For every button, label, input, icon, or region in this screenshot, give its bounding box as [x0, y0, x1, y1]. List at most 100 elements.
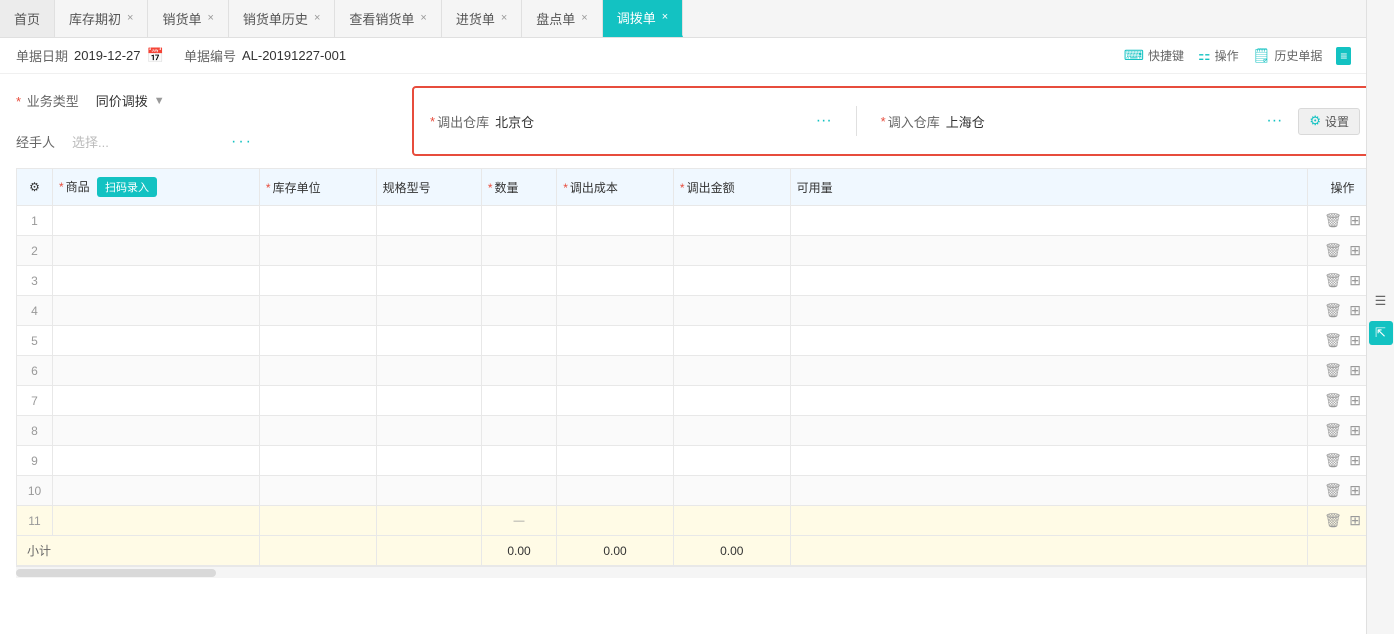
cell-cost-5[interactable] — [557, 326, 674, 356]
cell-unit-7[interactable] — [259, 386, 376, 416]
cell-spec-4[interactable] — [376, 296, 481, 326]
shortcuts-btn[interactable]: ⌨ 快捷键 — [1124, 47, 1184, 64]
in-warehouse-dots-btn[interactable]: ··· — [1266, 112, 1282, 130]
cell-spec-10[interactable] — [376, 476, 481, 506]
cell-cost-9[interactable] — [557, 446, 674, 476]
cell-spec-3[interactable] — [376, 266, 481, 296]
handler-dots-btn[interactable]: ··· — [231, 133, 253, 151]
tab-close-purchase[interactable]: × — [501, 13, 507, 24]
horizontal-scrollbar[interactable] — [16, 566, 1378, 578]
delete-btn-3[interactable]: 🗑 — [1324, 272, 1342, 288]
out-warehouse-dots-btn[interactable]: ··· — [816, 112, 832, 130]
tab-transfer[interactable]: 调拨单 × — [603, 0, 683, 37]
cell-cost-7[interactable] — [557, 386, 674, 416]
cell-available-6[interactable] — [790, 356, 1307, 386]
delete-btn-6[interactable]: 🗑 — [1324, 362, 1342, 378]
tab-home[interactable]: 首页 — [0, 0, 55, 37]
cell-available-10[interactable] — [790, 476, 1307, 506]
cell-available-11[interactable] — [790, 506, 1307, 536]
cell-product-1[interactable] — [53, 206, 260, 236]
cell-amount-7[interactable] — [673, 386, 790, 416]
cell-qty-9[interactable] — [481, 446, 556, 476]
cell-product-8[interactable] — [53, 416, 260, 446]
delete-btn-2[interactable]: 🗑 — [1324, 242, 1342, 258]
cell-amount-8[interactable] — [673, 416, 790, 446]
delete-btn-9[interactable]: 🗑 — [1324, 452, 1342, 468]
sidebar-doc-icon[interactable]: ☰ — [1369, 289, 1393, 313]
cell-amount-11[interactable] — [673, 506, 790, 536]
cell-amount-5[interactable] — [673, 326, 790, 356]
tab-view-sales[interactable]: 查看销货单 × — [335, 0, 441, 37]
scroll-thumb[interactable] — [16, 569, 216, 577]
cell-spec-5[interactable] — [376, 326, 481, 356]
cell-product-5[interactable] — [53, 326, 260, 356]
copy-btn-6[interactable]: ⊞ — [1349, 362, 1361, 378]
history-btn[interactable]: 🗒 历史单据 — [1253, 47, 1323, 64]
cell-unit-6[interactable] — [259, 356, 376, 386]
cell-unit-9[interactable] — [259, 446, 376, 476]
cell-cost-1[interactable] — [557, 206, 674, 236]
tab-sales[interactable]: 销货单 × — [148, 0, 228, 37]
operations-btn[interactable]: ⚏ 操作 — [1198, 47, 1239, 64]
copy-btn-11[interactable]: ⊞ — [1349, 512, 1361, 528]
cell-qty-5[interactable] — [481, 326, 556, 356]
copy-btn-10[interactable]: ⊞ — [1349, 482, 1361, 498]
copy-btn-9[interactable]: ⊞ — [1349, 452, 1361, 468]
cell-cost-4[interactable] — [557, 296, 674, 326]
cell-qty-3[interactable] — [481, 266, 556, 296]
cell-unit-5[interactable] — [259, 326, 376, 356]
cell-spec-2[interactable] — [376, 236, 481, 266]
cell-spec-6[interactable] — [376, 356, 481, 386]
tab-sales-history[interactable]: 销货单历史 × — [229, 0, 335, 37]
cell-available-1[interactable] — [790, 206, 1307, 236]
cell-qty-8[interactable] — [481, 416, 556, 446]
cell-product-2[interactable] — [53, 236, 260, 266]
biz-type-select[interactable]: 同价调拨 ▼ — [87, 86, 247, 115]
delete-btn-5[interactable]: 🗑 — [1324, 332, 1342, 348]
cell-available-9[interactable] — [790, 446, 1307, 476]
calendar-icon[interactable]: 📅 — [147, 47, 164, 64]
scan-btn[interactable]: 扫码录入 — [97, 177, 157, 197]
cell-spec-1[interactable] — [376, 206, 481, 236]
tab-close-inventory[interactable]: × — [581, 13, 587, 24]
cell-product-9[interactable] — [53, 446, 260, 476]
cell-spec-8[interactable] — [376, 416, 481, 446]
sidebar-expand-icon[interactable]: ⇱ — [1369, 321, 1393, 345]
cell-product-3[interactable] — [53, 266, 260, 296]
layout-btn-1[interactable]: ≡ — [1336, 47, 1351, 65]
cell-cost-11[interactable] — [557, 506, 674, 536]
cell-product-7[interactable] — [53, 386, 260, 416]
cell-cost-10[interactable] — [557, 476, 674, 506]
delete-btn-8[interactable]: 🗑 — [1324, 422, 1342, 438]
cell-qty-2[interactable] — [481, 236, 556, 266]
tab-close-sales-history[interactable]: × — [314, 13, 320, 24]
tab-close-view-sales[interactable]: × — [420, 13, 426, 24]
cell-unit-10[interactable] — [259, 476, 376, 506]
tab-close-sales[interactable]: × — [207, 13, 213, 24]
cell-available-3[interactable] — [790, 266, 1307, 296]
cell-qty-10[interactable] — [481, 476, 556, 506]
cell-unit-3[interactable] — [259, 266, 376, 296]
delete-btn-1[interactable]: 🗑 — [1324, 212, 1342, 228]
copy-btn-2[interactable]: ⊞ — [1349, 242, 1361, 258]
cell-unit-1[interactable] — [259, 206, 376, 236]
cell-cost-8[interactable] — [557, 416, 674, 446]
cell-spec-9[interactable] — [376, 446, 481, 476]
col-header-gear[interactable]: ⚙ — [17, 169, 53, 206]
cell-amount-3[interactable] — [673, 266, 790, 296]
cell-qty-6[interactable] — [481, 356, 556, 386]
cell-unit-4[interactable] — [259, 296, 376, 326]
copy-btn-1[interactable]: ⊞ — [1349, 212, 1361, 228]
cell-product-11[interactable] — [53, 506, 260, 536]
tab-stock-init[interactable]: 库存期初 × — [55, 0, 148, 37]
tab-purchase[interactable]: 进货单 × — [442, 0, 522, 37]
cell-unit-2[interactable] — [259, 236, 376, 266]
cell-spec-11[interactable] — [376, 506, 481, 536]
copy-btn-8[interactable]: ⊞ — [1349, 422, 1361, 438]
handler-select[interactable]: 选择... — [63, 127, 223, 156]
cell-product-4[interactable] — [53, 296, 260, 326]
cell-qty-4[interactable] — [481, 296, 556, 326]
cell-amount-4[interactable] — [673, 296, 790, 326]
cell-available-5[interactable] — [790, 326, 1307, 356]
tab-close-stock-init[interactable]: × — [127, 13, 133, 24]
